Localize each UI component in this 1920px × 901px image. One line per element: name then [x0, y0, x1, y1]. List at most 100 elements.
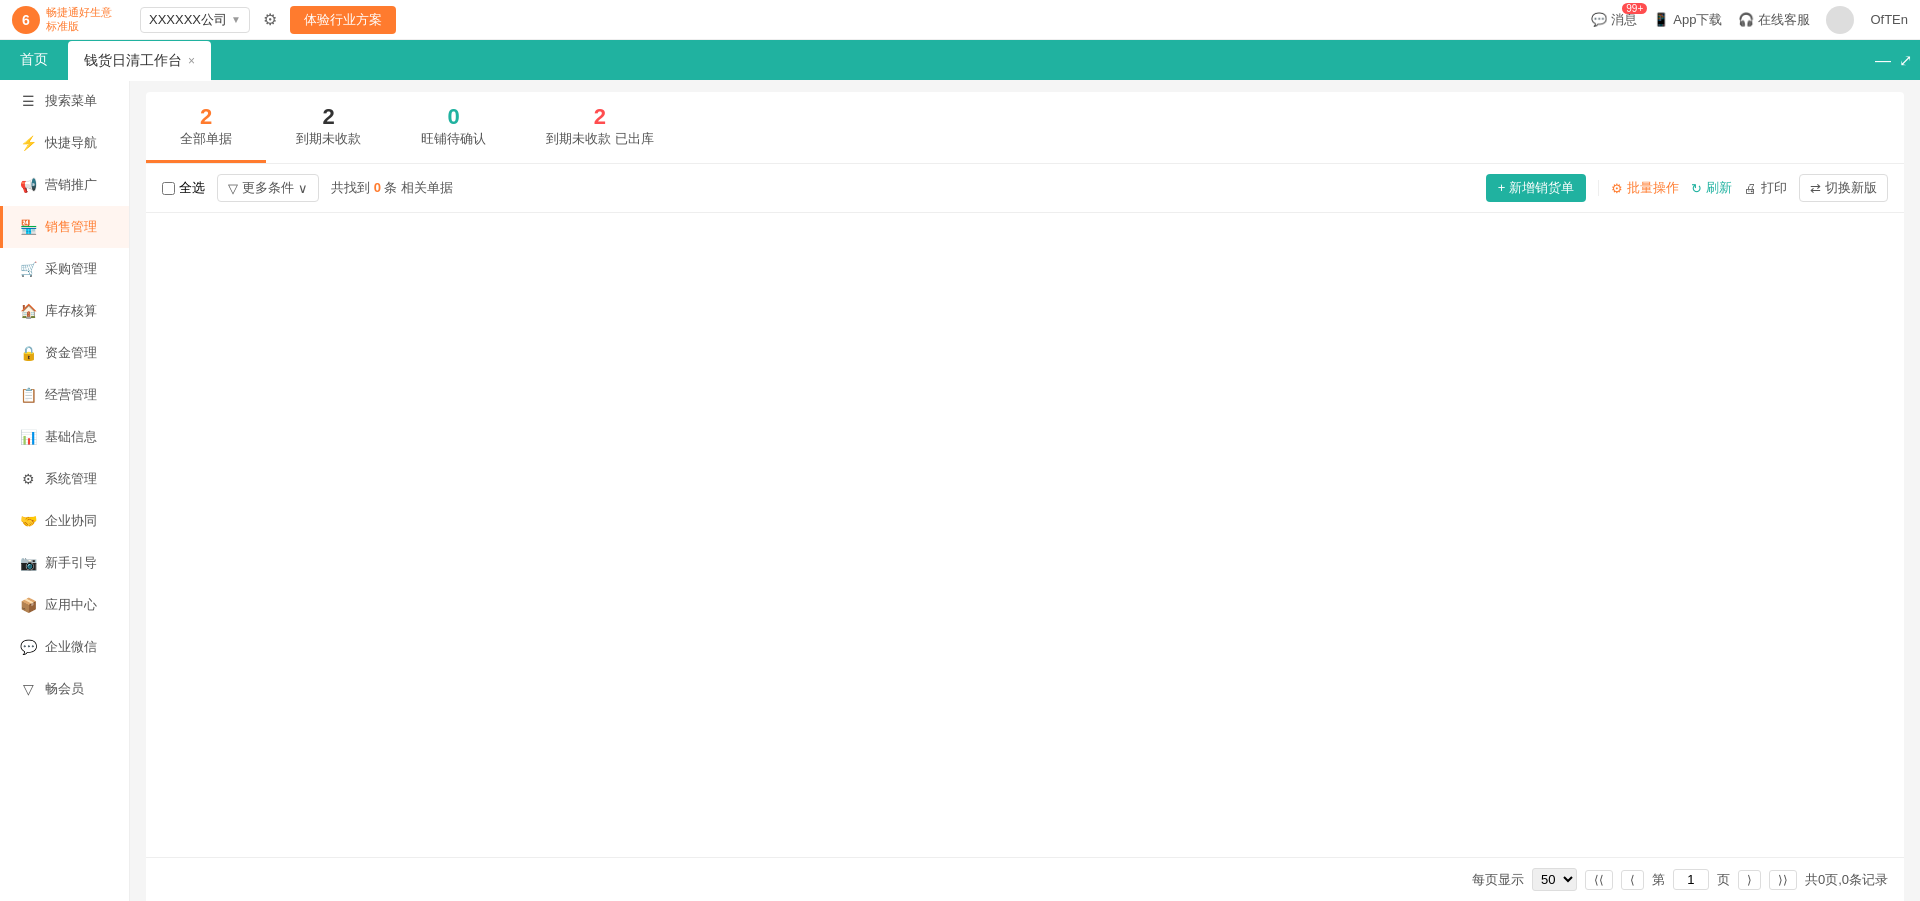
switch-version-btn[interactable]: ⇄ 切换新版: [1799, 174, 1888, 202]
stats-tab-overdue[interactable]: 2 到期未收款: [266, 92, 391, 163]
enterprise-wechat-icon: 💬: [19, 638, 37, 656]
marketing-icon: 📢: [19, 176, 37, 194]
stats-label-overdue: 到期未收款: [296, 131, 361, 146]
sidebar-item-vip[interactable]: ▽ 畅会员: [0, 668, 129, 710]
select-all-input[interactable]: [162, 182, 175, 195]
vip-icon: ▽: [19, 680, 37, 698]
stats-tab-all[interactable]: 2 全部单据: [146, 92, 266, 163]
main-layout: ☰ 搜索菜单 ⚡ 快捷导航 📢 营销推广 🏪 销售管理 🛒 采购管理 🏠 库存核…: [0, 80, 1920, 901]
tab-close-icon[interactable]: ×: [188, 54, 195, 68]
inventory-icon: 🏠: [19, 302, 37, 320]
stats-count-shipped: 2: [546, 104, 654, 130]
first-page-btn[interactable]: ⟨⟨: [1585, 870, 1613, 890]
minimize-btn[interactable]: —: [1875, 51, 1891, 70]
avatar[interactable]: [1826, 6, 1854, 34]
sales-icon: 🏪: [19, 218, 37, 236]
add-sales-order-btn[interactable]: + 新增销货单: [1486, 174, 1586, 202]
sidebar-item-label: 企业微信: [45, 638, 97, 656]
topbar: 6 畅捷通好生意 标准版 XXXXXX公司 ▼ ⚙ 体验行业方案 💬 消息 99…: [0, 0, 1920, 40]
tabbar: 首页 钱货日清工作台 × — ⤢: [0, 40, 1920, 80]
sidebar-item-search-menu[interactable]: ☰ 搜索菜单: [0, 80, 129, 122]
sidebar-item-basic-info[interactable]: 📊 基础信息: [0, 416, 129, 458]
stats-count-all: 2: [176, 104, 236, 130]
sidebar-item-beginner[interactable]: 📷 新手引导: [0, 542, 129, 584]
tabbar-actions: — ⤢: [1875, 51, 1912, 70]
toolbar-right: + 新增销货单 ⚙ 批量操作 ↻ 刷新 🖨 打印 ⇄ 切换新版: [1486, 174, 1888, 202]
operations-icon: 📋: [19, 386, 37, 404]
sidebar-item-enterprise-collab[interactable]: 🤝 企业协同: [0, 500, 129, 542]
app-download-label: App下载: [1673, 11, 1722, 29]
pagination: 每页显示 50 ⟨⟨ ⟨ 第 页 ⟩ ⟩⟩ 共0页,0条记录: [146, 857, 1904, 901]
app-download-item[interactable]: 📱 App下载: [1653, 11, 1722, 29]
found-text: 共找到 0 条 相关单据: [331, 179, 453, 197]
app-center-icon: 📦: [19, 596, 37, 614]
sidebar-item-label: 库存核算: [45, 302, 97, 320]
experience-btn[interactable]: 体验行业方案: [290, 6, 396, 34]
sidebar-item-marketing[interactable]: 📢 营销推广: [0, 164, 129, 206]
stats-label-shipped: 到期未收款 已出库: [546, 131, 654, 146]
system-icon: ⚙: [19, 470, 37, 488]
toolbar-left: 全选 ▽ 更多条件 ∨ 共找到 0 条 相关单据: [162, 174, 453, 202]
tab-home[interactable]: 首页: [0, 40, 68, 80]
stats-tab-pending[interactable]: 0 旺铺待确认: [391, 92, 516, 163]
sidebar: ☰ 搜索菜单 ⚡ 快捷导航 📢 营销推广 🏪 销售管理 🛒 采购管理 🏠 库存核…: [0, 80, 130, 901]
sidebar-item-quick-nav[interactable]: ⚡ 快捷导航: [0, 122, 129, 164]
sidebar-item-label: 企业协同: [45, 512, 97, 530]
filter-btn[interactable]: ▽ 更多条件 ∨: [217, 174, 319, 202]
select-all-checkbox[interactable]: 全选: [162, 179, 205, 197]
maximize-btn[interactable]: ⤢: [1899, 51, 1912, 70]
empty-area: [146, 213, 1904, 613]
refresh-icon: ↻: [1691, 181, 1702, 196]
logo-icon: 6: [12, 6, 40, 34]
sidebar-item-app-center[interactable]: 📦 应用中心: [0, 584, 129, 626]
batch-operation-btn[interactable]: ⚙ 批量操作: [1611, 179, 1679, 197]
page-suffix: 页: [1717, 871, 1730, 889]
messages-item[interactable]: 💬 消息 99+: [1591, 11, 1637, 29]
toolbar: 全选 ▽ 更多条件 ∨ 共找到 0 条 相关单据 + 新增销货单 ⚙: [146, 164, 1904, 213]
company-name: XXXXXX公司: [149, 11, 227, 29]
prev-page-btn[interactable]: ⟨: [1621, 870, 1644, 890]
sidebar-item-enterprise-wechat[interactable]: 💬 企业微信: [0, 626, 129, 668]
sidebar-item-sales[interactable]: 🏪 销售管理: [0, 206, 129, 248]
table-area: [146, 213, 1904, 857]
per-page-select[interactable]: 50: [1532, 868, 1577, 891]
avatar-name: OfTEn: [1870, 12, 1908, 27]
sidebar-item-inventory[interactable]: 🏠 库存核算: [0, 290, 129, 332]
next-page-btn[interactable]: ⟩: [1738, 870, 1761, 890]
page-label: 第: [1652, 871, 1665, 889]
filter-arrow: ∨: [298, 181, 308, 196]
page-input[interactable]: [1673, 869, 1709, 890]
batch-icon: ⚙: [1611, 181, 1623, 196]
refresh-btn[interactable]: ↻ 刷新: [1691, 179, 1732, 197]
active-tab-label: 钱货日清工作台: [84, 52, 182, 70]
per-page-label: 每页显示: [1472, 871, 1524, 889]
filter-label: 更多条件: [242, 179, 294, 197]
stats-label-pending: 旺铺待确认: [421, 131, 486, 146]
print-btn[interactable]: 🖨 打印: [1744, 179, 1787, 197]
settings-icon[interactable]: ⚙: [258, 8, 282, 32]
sidebar-item-capital[interactable]: 🔒 资金管理: [0, 332, 129, 374]
online-service-item[interactable]: 🎧 在线客服: [1738, 11, 1810, 29]
switch-icon: ⇄: [1810, 181, 1821, 196]
filter-icon: ▽: [228, 181, 238, 196]
basic-info-icon: 📊: [19, 428, 37, 446]
quick-nav-icon: ⚡: [19, 134, 37, 152]
company-selector[interactable]: XXXXXX公司 ▼: [140, 7, 250, 33]
logo-area: 6 畅捷通好生意 标准版: [12, 6, 132, 34]
stats-tabs: 2 全部单据 2 到期未收款 0 旺铺待确认 2 到期未收款 已出库: [146, 92, 1904, 164]
logo-text: 畅捷通好生意 标准版: [46, 6, 112, 32]
stats-count-pending: 0: [421, 104, 486, 130]
last-page-btn[interactable]: ⟩⟩: [1769, 870, 1797, 890]
sidebar-item-system[interactable]: ⚙ 系统管理: [0, 458, 129, 500]
sidebar-item-label: 快捷导航: [45, 134, 97, 152]
topbar-right: 💬 消息 99+ 📱 App下载 🎧 在线客服 OfTEn: [1591, 6, 1908, 34]
sidebar-item-purchase[interactable]: 🛒 采购管理: [0, 248, 129, 290]
tab-active-qhrc[interactable]: 钱货日清工作台 ×: [68, 41, 211, 81]
capital-icon: 🔒: [19, 344, 37, 362]
sidebar-item-operations[interactable]: 📋 经营管理: [0, 374, 129, 416]
toolbar-divider: [1598, 180, 1599, 196]
stats-tab-shipped[interactable]: 2 到期未收款 已出库: [516, 92, 684, 163]
sidebar-item-label: 营销推广: [45, 176, 97, 194]
sidebar-item-label: 搜索菜单: [45, 92, 97, 110]
app-download-icon: 📱: [1653, 12, 1669, 27]
